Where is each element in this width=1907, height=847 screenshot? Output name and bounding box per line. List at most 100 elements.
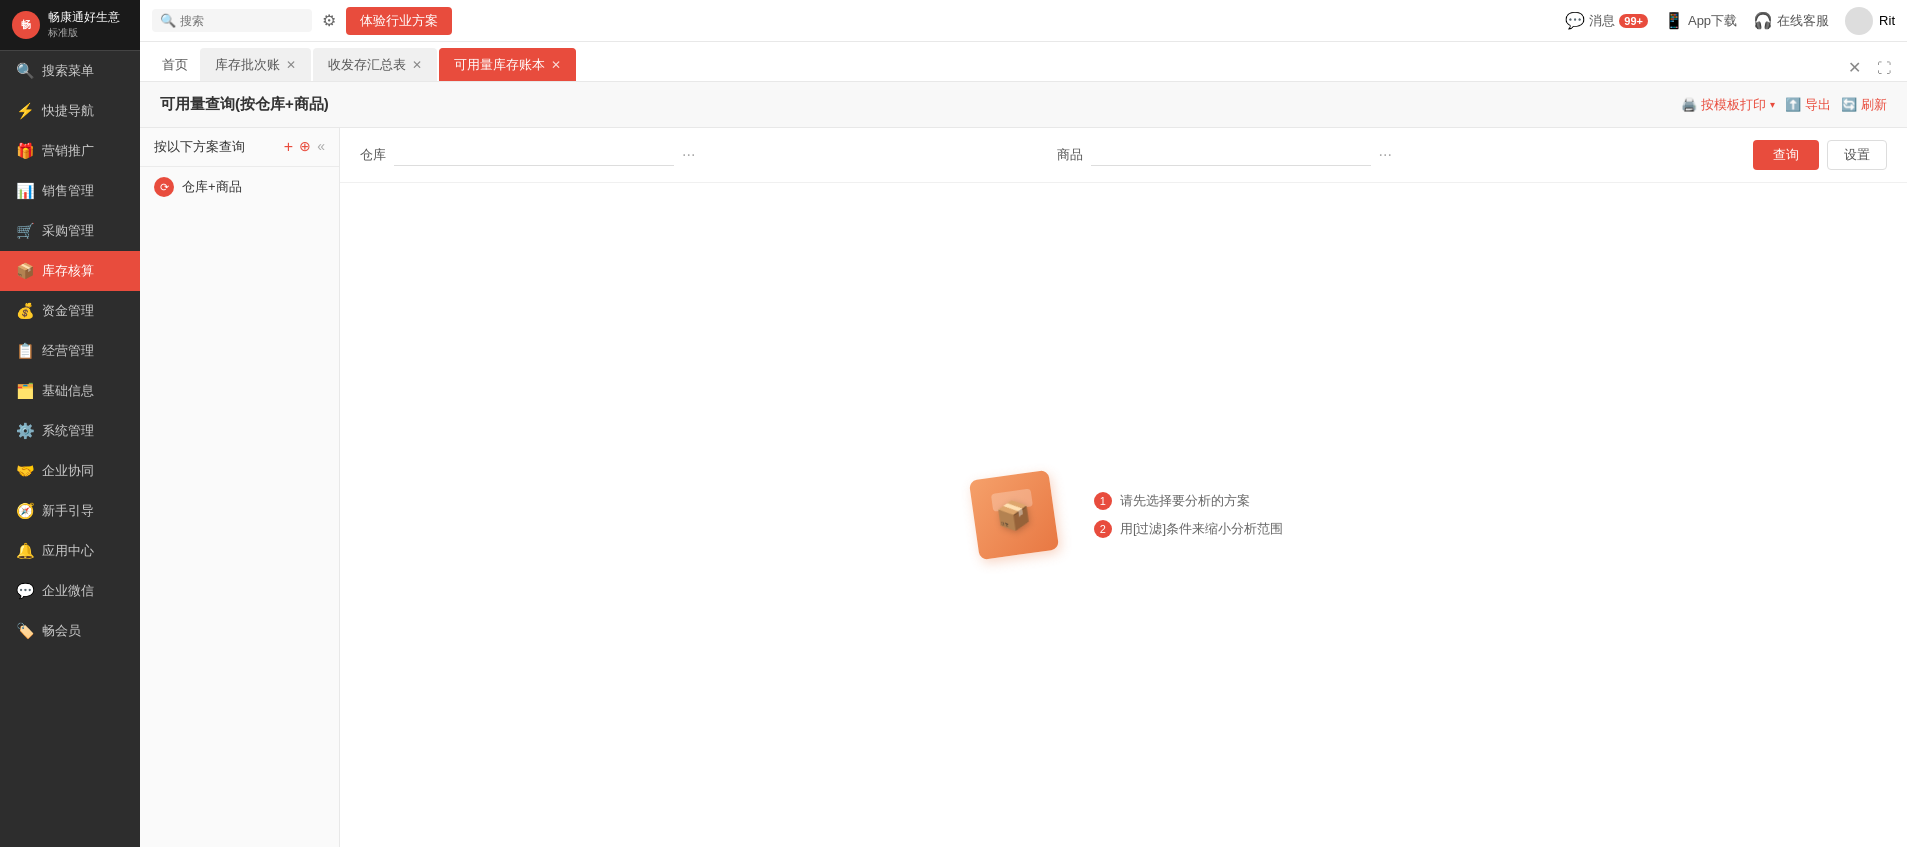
tabs-bar: 首页 库存批次账 ✕ 收发存汇总表 ✕ 可用量库存账本 ✕ ✕ ⛶	[140, 42, 1907, 82]
tab-batch[interactable]: 库存批次账 ✕	[200, 48, 311, 81]
bell-icon: 🔔	[16, 542, 34, 560]
collapse-panel-btn[interactable]: «	[317, 138, 325, 156]
message-badge: 99+	[1619, 14, 1648, 28]
sidebar-item-finance[interactable]: 💰 资金管理	[0, 291, 140, 331]
compass-icon: 🧭	[16, 502, 34, 520]
sidebar-item-appstore[interactable]: 🔔 应用中心	[0, 531, 140, 571]
query-button[interactable]: 查询	[1753, 140, 1819, 170]
step-num-1: 1	[1094, 492, 1112, 510]
tab-available[interactable]: 可用量库存账本 ✕	[439, 48, 576, 81]
sidebar-item-marketing[interactable]: 🎁 营销推广	[0, 131, 140, 171]
goods-input[interactable]	[1091, 144, 1371, 166]
empty-step-2: 2 用[过滤]条件来缩小分析范围	[1094, 520, 1283, 538]
sidebar-item-system[interactable]: ⚙️ 系统管理	[0, 411, 140, 451]
tab-expand-btn[interactable]: ⛶	[1873, 56, 1895, 80]
search-icon: 🔍	[160, 13, 176, 28]
main-content: 🔍 ⚙ 体验行业方案 💬 消息 99+ 📱 App下载 🎧 在线客服 Rit	[140, 0, 1907, 847]
search-icon: 🔍	[16, 62, 34, 80]
tab-collection-close[interactable]: ✕	[412, 59, 422, 71]
sidebar-item-purchase[interactable]: 🛒 采购管理	[0, 211, 140, 251]
empty-text: 1 请先选择要分析的方案 2 用[过滤]条件来缩小分析范围	[1094, 492, 1283, 538]
sidebar-badge: 标准版	[48, 26, 120, 40]
mobile-icon: 📱	[1664, 11, 1684, 30]
sidebar-item-basic[interactable]: 🗂️ 基础信息	[0, 371, 140, 411]
tab-batch-close[interactable]: ✕	[286, 59, 296, 71]
empty-state: 📦 1 请先选择要分析的方案 2 用[过滤]条件来缩小分析范围	[340, 183, 1907, 847]
refresh-btn[interactable]: 🔄 刷新	[1841, 96, 1887, 114]
topbar: 🔍 ⚙ 体验行业方案 💬 消息 99+ 📱 App下载 🎧 在线客服 Rit	[140, 0, 1907, 42]
sidebar: 畅 畅康通好生意 标准版 🔍 搜索菜单 ⚡ 快捷导航 🎁 营销推广 📊 销售管理…	[0, 0, 140, 847]
filter-header: 按以下方案查询 + ⊕ «	[140, 128, 339, 167]
goods-label: 商品	[1057, 146, 1083, 164]
topbar-right: 💬 消息 99+ 📱 App下载 🎧 在线客服 Rit	[1565, 7, 1895, 35]
step-text-1: 请先选择要分析的方案	[1120, 492, 1250, 510]
sidebar-item-inventory[interactable]: 📦 库存核算	[0, 251, 140, 291]
sidebar-item-sales[interactable]: 📊 销售管理	[0, 171, 140, 211]
refresh-icon: 🔄	[1841, 97, 1857, 112]
topbar-search-box: 🔍	[152, 9, 312, 32]
clipboard-icon: 📋	[16, 342, 34, 360]
service-btn[interactable]: 🎧 在线客服	[1753, 11, 1829, 30]
add-scheme-btn[interactable]: +	[284, 138, 293, 156]
step-text-2: 用[过滤]条件来缩小分析范围	[1120, 520, 1283, 538]
right-panel: 仓库 ··· 商品 ··· 查询 设置 📦	[340, 128, 1907, 847]
empty-step-1: 1 请先选择要分析的方案	[1094, 492, 1283, 510]
handshake-icon: 🤝	[16, 462, 34, 480]
goods-more-btn[interactable]: ···	[1379, 146, 1392, 164]
message-btn[interactable]: 💬 消息 99+	[1565, 11, 1648, 30]
sidebar-item-quicknav[interactable]: ⚡ 快捷导航	[0, 91, 140, 131]
warehouse-more-btn[interactable]: ···	[682, 146, 695, 164]
user-name: Rit	[1879, 13, 1895, 28]
user-avatar	[1845, 7, 1873, 35]
sidebar-header: 畅 畅康通好生意 标准版	[0, 0, 140, 51]
page-title: 可用量查询(按仓库+商品)	[160, 95, 1681, 114]
money-icon: 💰	[16, 302, 34, 320]
filter-actions: 查询 设置	[1753, 140, 1887, 170]
filter-header-actions: + ⊕ «	[284, 138, 325, 156]
scheme-settings-btn[interactable]: ⊕	[299, 138, 311, 156]
tabs-right-actions: ✕ ⛶	[1844, 54, 1895, 81]
page-actions: 🖨️ 按模板打印 ▾ ⬆️ 导出 🔄 刷新	[1681, 96, 1887, 114]
sidebar-item-enterprise[interactable]: 🤝 企业协同	[0, 451, 140, 491]
chevron-down-icon: ▾	[1770, 99, 1775, 110]
tab-collection[interactable]: 收发存汇总表 ✕	[313, 48, 437, 81]
settings-icon[interactable]: ⚙	[322, 11, 336, 30]
scheme-item[interactable]: ⟳ 仓库+商品	[140, 167, 339, 207]
user-info[interactable]: Rit	[1845, 7, 1895, 35]
export-btn[interactable]: ⬆️ 导出	[1785, 96, 1831, 114]
chat-icon: 💬	[16, 582, 34, 600]
sidebar-item-member[interactable]: 🏷️ 畅会员	[0, 611, 140, 651]
warehouse-label: 仓库	[360, 146, 386, 164]
sidebar-title: 畅康通好生意	[48, 10, 120, 26]
sidebar-item-search[interactable]: 🔍 搜索菜单	[0, 51, 140, 91]
scheme-icon: ⟳	[154, 177, 174, 197]
search-input[interactable]	[180, 14, 280, 28]
printer-icon: 🖨️	[1681, 97, 1697, 112]
cart-icon: 🛒	[16, 222, 34, 240]
warehouse-input[interactable]	[394, 144, 674, 166]
page-header: 可用量查询(按仓库+商品) 🖨️ 按模板打印 ▾ ⬆️ 导出 🔄 刷新	[140, 82, 1907, 128]
left-panel: 按以下方案查询 + ⊕ « ⟳ 仓库+商品	[140, 128, 340, 847]
print-btn[interactable]: 🖨️ 按模板打印 ▾	[1681, 96, 1775, 114]
gear-icon: ⚙️	[16, 422, 34, 440]
settings-button[interactable]: 设置	[1827, 140, 1887, 170]
sidebar-item-newbie[interactable]: 🧭 新手引导	[0, 491, 140, 531]
scheme-label: 仓库+商品	[182, 178, 242, 196]
tag-icon: 🏷️	[16, 622, 34, 640]
tab-home[interactable]: 首页	[152, 49, 198, 81]
sidebar-logo: 畅	[12, 11, 40, 39]
empty-box: 📦	[969, 470, 1059, 560]
tab-close-all-btn[interactable]: ✕	[1844, 54, 1865, 81]
goods-field: 商品 ···	[1057, 144, 1734, 166]
app-download-btn[interactable]: 📱 App下载	[1664, 11, 1737, 30]
sidebar-item-operations[interactable]: 📋 经营管理	[0, 331, 140, 371]
content-area: 按以下方案查询 + ⊕ « ⟳ 仓库+商品 仓库	[140, 128, 1907, 847]
industry-btn[interactable]: 体验行业方案	[346, 7, 452, 35]
export-icon: ⬆️	[1785, 97, 1801, 112]
folder-icon: 🗂️	[16, 382, 34, 400]
tab-available-close[interactable]: ✕	[551, 59, 561, 71]
sidebar-item-wechat[interactable]: 💬 企业微信	[0, 571, 140, 611]
filter-row: 仓库 ··· 商品 ··· 查询 设置	[340, 128, 1907, 183]
message-icon: 💬	[1565, 11, 1585, 30]
chart-icon: 📊	[16, 182, 34, 200]
